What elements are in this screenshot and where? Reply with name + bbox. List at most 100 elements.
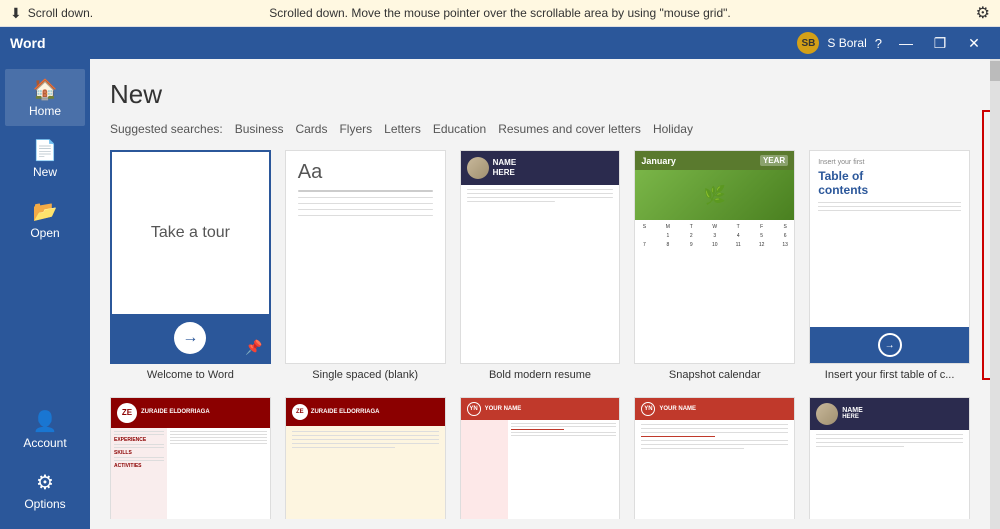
scroll-track[interactable] (990, 59, 1000, 529)
resume-photo (467, 157, 489, 179)
polished-cover-inner: YN YOUR NAME (635, 398, 794, 519)
tour-text: Take a tour (151, 222, 230, 244)
template-blank[interactable]: Aa Single spaced (blank) (285, 150, 446, 383)
template-bold-resume[interactable]: NAMEHERE Bold modern resume (460, 150, 621, 383)
notification-right-icons: ⚙ (976, 3, 990, 23)
category-resumes[interactable]: Resumes and cover letters (498, 120, 641, 138)
minimize-button[interactable]: — (890, 31, 922, 55)
scroll-down-icon: ⬇ (10, 5, 22, 22)
template-tour-thumb: Take a tour → 📌 (110, 150, 271, 364)
calendar-inner: January YEAR 🌿 SMT WTFS 12 3456 (635, 151, 794, 363)
toc-title: Table of contents (818, 169, 961, 198)
sidebar-item-account[interactable]: 👤 Account (5, 401, 85, 458)
category-suggested[interactable]: Suggested searches: (110, 120, 223, 138)
app-header: Word SB S Boral ? — ❐ ✕ (0, 27, 1000, 59)
resume-header-1: ZE ZURAIDE ELDORRIAGA (111, 398, 270, 428)
sidebar-label-new: New (33, 165, 57, 179)
gear-icon[interactable]: ⚙ (976, 3, 990, 23)
cal-image: 🌿 (635, 170, 794, 220)
template-bold-cover[interactable]: NAME HERE Bold modern cover letter (809, 397, 970, 519)
notification-bar: ⬇ Scroll down. Scrolled down. Move the m… (0, 0, 1000, 27)
blank-line-4 (298, 209, 433, 210)
template-tour[interactable]: Take a tour → 📌 Welcome to Word (110, 150, 271, 383)
notification-center-text: Scrolled down. Move the mouse pointer ov… (269, 6, 730, 20)
category-cards[interactable]: Cards (295, 120, 327, 138)
template-polished-cover[interactable]: YN YOUR NAME P (634, 397, 795, 519)
template-calendar-label: Snapshot calendar (634, 368, 795, 382)
header-controls: SB S Boral ? — ❐ ✕ (797, 31, 990, 55)
tour-arrow-icon: → (174, 322, 206, 354)
sidebar-item-options[interactable]: ⚙ Options (5, 462, 85, 519)
template-blank-thumb: Aa (285, 150, 446, 364)
restore-button[interactable]: ❐ (924, 31, 956, 55)
template-toc[interactable]: Insert your first Table of contents → I (809, 150, 970, 383)
template-mod-chron-1-thumb: ZE ZURAIDE ELDORRIAGA EXPERIENCE SKILLS (110, 397, 271, 519)
template-polished-resume-thumb: YN YOUR NAME (460, 397, 621, 519)
template-polished-cover-thumb: YN YOUR NAME (634, 397, 795, 519)
template-toc-label: Insert your first table of c... (809, 368, 970, 382)
scroll-thumb[interactable] (990, 61, 1000, 81)
template-calendar[interactable]: January YEAR 🌿 SMT WTFS 12 3456 (634, 150, 795, 383)
template-bold-cover-thumb: NAME HERE (809, 397, 970, 519)
sidebar: 🏠 Home 📄 New 📂 Open 👤 Account ⚙ Options (0, 59, 90, 529)
template-bold-resume-thumb: NAMEHERE (460, 150, 621, 364)
template-calendar-thumb: January YEAR 🌿 SMT WTFS 12 3456 (634, 150, 795, 364)
content-area: New Suggested searches: Business Cards F… (90, 59, 990, 529)
category-flyers[interactable]: Flyers (339, 120, 372, 138)
sidebar-label-open: Open (30, 226, 59, 240)
category-education[interactable]: Education (433, 120, 486, 138)
window-controls: — ❐ ✕ (890, 31, 990, 55)
options-icon: ⚙ (36, 470, 54, 495)
cal-year: YEAR (760, 155, 788, 166)
sidebar-label-options: Options (24, 497, 65, 511)
blank-aa-text: Aa (298, 161, 433, 184)
open-icon: 📂 (33, 199, 58, 224)
blank-line-2 (298, 197, 433, 198)
sidebar-bottom: 👤 Account ⚙ Options (5, 401, 85, 519)
cal-grid: SMT WTFS 12 3456 789 10111213 (635, 220, 794, 253)
template-tour-label: Welcome to Word (110, 368, 271, 382)
template-grid: Take a tour → 📌 Welcome to Word Aa (110, 150, 970, 519)
category-business[interactable]: Business (235, 120, 284, 138)
cal-header: January YEAR (635, 151, 794, 170)
template-mod-chron-2[interactable]: ZE ZURAIDE ELDORRIAGA Modern chronologic… (285, 397, 446, 519)
mod-chron-2-inner: ZE ZURAIDE ELDORRIAGA (286, 398, 445, 519)
template-blank-label: Single spaced (blank) (285, 368, 446, 382)
new-icon: 📄 (33, 138, 58, 163)
toc-arrow-icon: → (878, 333, 902, 357)
user-badge: SB (797, 32, 819, 54)
main-layout: 🏠 Home 📄 New 📂 Open 👤 Account ⚙ Options … (0, 59, 1000, 529)
sidebar-item-home[interactable]: 🏠 Home (5, 69, 85, 126)
resume-initials-1: ZE (117, 403, 137, 423)
toc-text3: contents (818, 183, 868, 197)
sidebar-label-home: Home (29, 104, 61, 118)
blank-line-5 (298, 215, 433, 216)
mod-chron-1-inner: ZE ZURAIDE ELDORRIAGA EXPERIENCE SKILLS (111, 398, 270, 519)
blank-line-3 (298, 203, 433, 204)
toc-blue-bar: → (810, 327, 969, 363)
notification-left: ⬇ Scroll down. (10, 5, 93, 22)
toc-small-text: Insert your first (818, 159, 961, 166)
blank-line-1 (298, 190, 433, 192)
home-icon: 🏠 (33, 77, 58, 102)
pin-icon: 📌 (245, 339, 262, 356)
sidebar-label-account: Account (23, 436, 66, 450)
category-tabs: Suggested searches: Business Cards Flyer… (110, 120, 970, 138)
template-polished-resume[interactable]: YN YOUR NAME (460, 397, 621, 519)
template-mod-chron-1[interactable]: ZE ZURAIDE ELDORRIAGA EXPERIENCE SKILLS (110, 397, 271, 519)
sidebar-item-new[interactable]: 📄 New (5, 130, 85, 187)
bold-resume-body (461, 185, 620, 209)
category-holiday[interactable]: Holiday (653, 120, 693, 138)
template-toc-thumb: Insert your first Table of contents → (809, 150, 970, 364)
resume-name: NAMEHERE (493, 158, 517, 177)
toc-inner: Insert your first Table of contents → (810, 151, 969, 363)
bold-cover-inner: NAME HERE (810, 398, 969, 519)
app-title: Word (10, 35, 46, 51)
category-letters[interactable]: Letters (384, 120, 421, 138)
close-button[interactable]: ✕ (958, 31, 990, 55)
template-bold-resume-label: Bold modern resume (460, 368, 621, 382)
template-mod-chron-2-thumb: ZE ZURAIDE ELDORRIAGA (285, 397, 446, 519)
sidebar-item-open[interactable]: 📂 Open (5, 191, 85, 248)
help-button[interactable]: ? (875, 36, 882, 51)
notification-left-text: Scroll down. (28, 6, 93, 20)
